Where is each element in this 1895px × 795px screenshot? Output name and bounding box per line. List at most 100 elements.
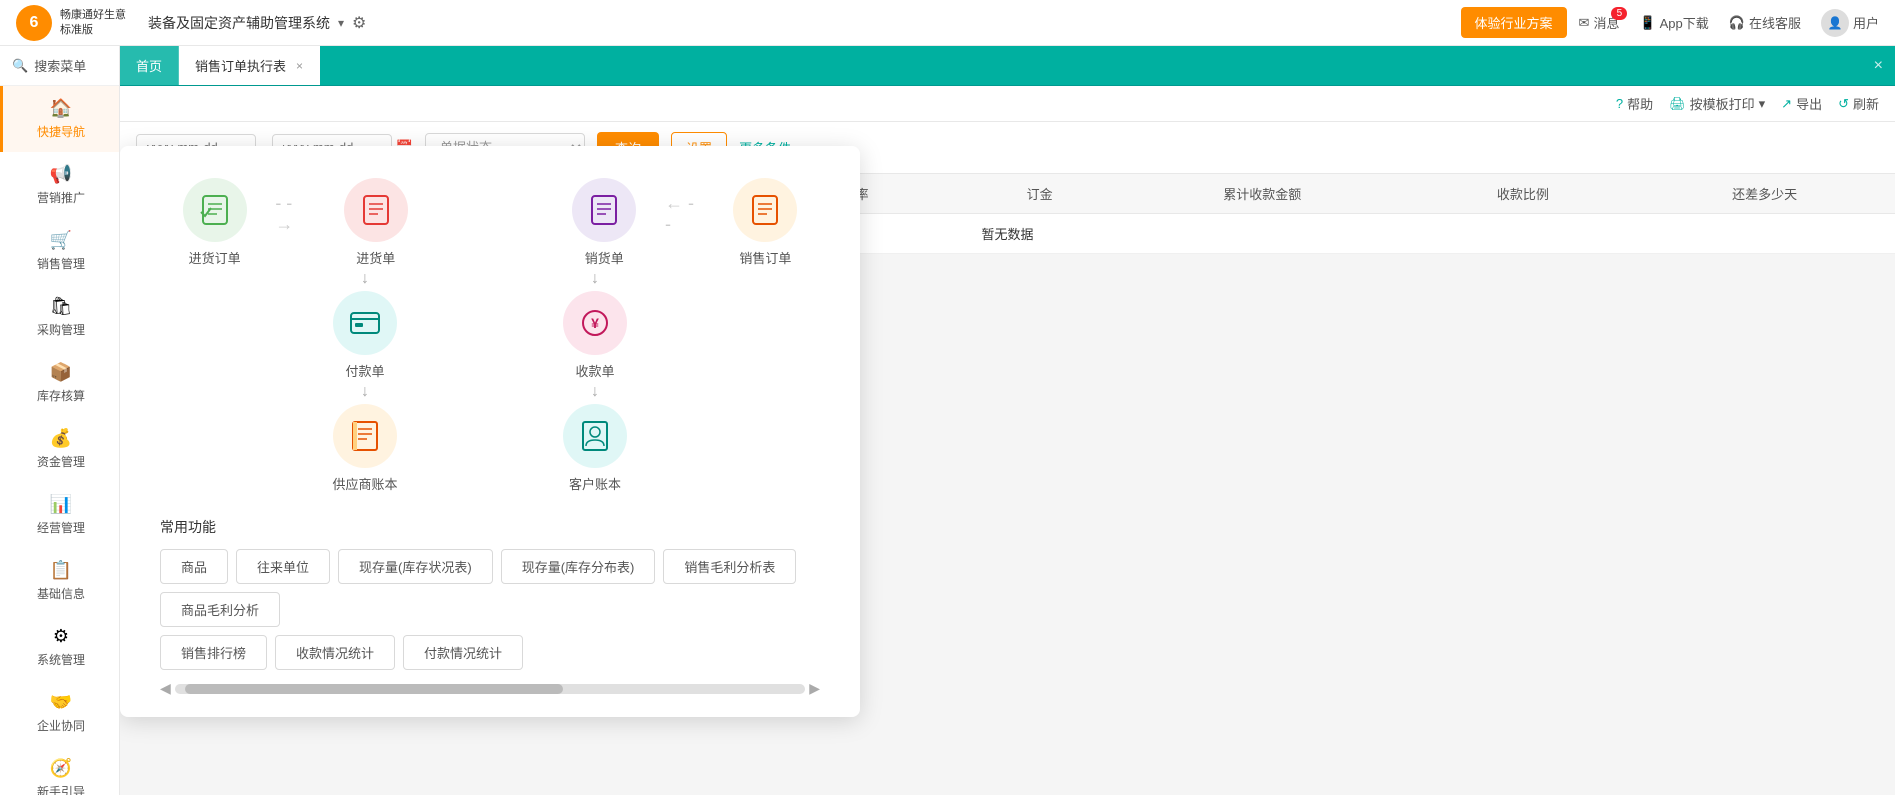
template-print-action[interactable]: 🖨 按模板打印 ▾ [1669, 94, 1765, 113]
func-btn-payment-stats[interactable]: 付款情况统计 [403, 635, 523, 670]
sidebar-item-basics[interactable]: 📋 基础信息 [0, 548, 119, 614]
sales-bill-label: 销货单 [585, 248, 624, 267]
online-service-action[interactable]: 🎧 在线客服 [1729, 13, 1801, 32]
tab-bar: 首页 销售订单执行表 × × [120, 46, 1895, 86]
common-functions-title: 常用功能 [160, 517, 820, 537]
sidebar-item-marketing[interactable]: 📢 营销推广 [0, 152, 119, 218]
inventory-icon: 📦 [50, 362, 72, 383]
flow-node-supplier-ledger[interactable]: 供应商账本 [310, 404, 420, 493]
search-menu[interactable]: 🔍 搜索菜单 [0, 46, 119, 86]
col-received-ratio: 收款比例 [1412, 174, 1635, 214]
arrow-down-sales: ↓ [540, 270, 650, 288]
svg-text:¥: ¥ [591, 315, 599, 331]
avatar: 👤 [1821, 9, 1849, 37]
flow-node-sales-order[interactable]: 销售订单 [711, 178, 820, 267]
settings-gear-btn[interactable]: ⚙ [352, 13, 366, 33]
col-total-received: 累计收款金额 [1113, 174, 1412, 214]
payment-circle [333, 291, 397, 355]
sales-order-circle [733, 178, 797, 242]
flow-row-3: 供应商账本 客户账本 [160, 404, 650, 493]
flow-node-receipt[interactable]: ¥ 收款单 [540, 291, 650, 380]
scroll-right-btn[interactable]: ▶ [809, 680, 820, 697]
sales-order-label: 销售订单 [739, 248, 791, 267]
app-download-action[interactable]: 📱 App下载 [1639, 13, 1708, 32]
sidebar-item-sales[interactable]: 🛒 销售管理 [0, 218, 119, 284]
logo-icon: 6 [16, 5, 52, 41]
func-btn-receipt-stats[interactable]: 收款情况统计 [275, 635, 395, 670]
supplier-ledger-circle [333, 404, 397, 468]
func-btn-partner[interactable]: 往来单位 [236, 549, 330, 584]
col-days-diff: 还差多少天 [1634, 174, 1895, 214]
flow-node-purchase-bill[interactable]: 进货单 [321, 178, 430, 267]
header-right: ✉ 消息 5 📱 App下载 🎧 在线客服 👤 用户 [1579, 9, 1879, 37]
page-content: ? 帮助 🖨 按模板打印 ▾ ↗ 导出 ↺ 刷新 [120, 86, 1895, 795]
page-toolbar: ? 帮助 🖨 按模板打印 ▾ ↗ 导出 ↺ 刷新 [120, 86, 1895, 122]
message-action[interactable]: ✉ 消息 5 [1579, 13, 1620, 32]
sidebar-item-guide[interactable]: 🧭 新手引导 [0, 746, 119, 795]
tab-bar-close-btn[interactable]: × [1870, 53, 1887, 79]
arrow-down-sales-icon: ↓ [591, 270, 599, 288]
tab-sales-order[interactable]: 销售订单执行表 × [179, 46, 320, 85]
content-area: 首页 销售订单执行表 × × ? 帮助 🖨 按 [120, 46, 1895, 795]
customer-ledger-label: 客户账本 [569, 474, 621, 493]
purchase-bill-label: 进货单 [356, 248, 395, 267]
popup-card: 进货订单 - - → 进货单 [120, 146, 860, 717]
func-buttons-row-2: 销售排行榜 收款情况统计 付款情况统计 [160, 635, 820, 670]
supplier-ledger-label: 供应商账本 [332, 474, 397, 493]
purchase-order-circle [183, 178, 247, 242]
arrow-down-purchase-icon: ↓ [361, 270, 369, 288]
system-name: 装备及固定资产辅助管理系统 [148, 13, 330, 33]
sidebar-item-finance[interactable]: 💰 资金管理 [0, 416, 119, 482]
sidebar-item-quick-nav[interactable]: 🏠 快捷导航 [0, 86, 119, 152]
help-action[interactable]: ? 帮助 [1616, 94, 1653, 113]
customer-ledger-circle [563, 404, 627, 468]
scroll-left-btn[interactable]: ◀ [160, 680, 171, 697]
marketing-icon: 📢 [50, 164, 72, 185]
top-header: 6 畅康通好生意 标准版 装备及固定资产辅助管理系统 ▾ ⚙ 体验行业方案 ✉ … [0, 0, 1895, 46]
tab-close-btn[interactable]: × [296, 59, 303, 73]
flow-arrow-row: ↓ ↓ [160, 267, 800, 291]
headset-icon: 🎧 [1729, 15, 1745, 31]
refresh-action[interactable]: ↺ 刷新 [1838, 94, 1879, 113]
quick-nav-icon: 🏠 [50, 98, 72, 119]
func-btn-sales-rank[interactable]: 销售排行榜 [160, 635, 267, 670]
tab-home[interactable]: 首页 [120, 46, 179, 85]
main-layout: 🔍 搜索菜单 🏠 快捷导航 📢 营销推广 🛒 销售管理 🛍 采购管理 📦 [0, 46, 1895, 795]
func-btn-stock-dist[interactable]: 现存量(库存分布表) [501, 549, 656, 584]
flow-row-2: 付款单 ¥ 收款单 [160, 291, 650, 380]
flow-node-customer-ledger[interactable]: 客户账本 [540, 404, 650, 493]
arrow-purchase-order-to-bill: - - → [269, 193, 321, 235]
basics-icon: 📋 [50, 560, 72, 581]
flow-node-payment[interactable]: 付款单 [310, 291, 420, 380]
logo-text: 畅康通好生意 标准版 [60, 8, 126, 37]
sidebar-item-purchase[interactable]: 🛍 采购管理 [0, 284, 119, 350]
message-icon: ✉ [1579, 15, 1590, 31]
func-buttons-row-1: 商品 往来单位 现存量(库存状况表) 现存量(库存分布表) 销售毛利分析表 商品… [160, 549, 820, 627]
sidebar: 🔍 搜索菜单 🏠 快捷导航 📢 营销推广 🛒 销售管理 🛍 采购管理 📦 [0, 46, 120, 795]
system-icon: ⚙ [53, 626, 69, 647]
flow-node-purchase-order[interactable]: 进货订单 [160, 178, 269, 267]
export-action[interactable]: ↗ 导出 [1781, 94, 1822, 113]
user-action[interactable]: 👤 用户 [1821, 9, 1879, 37]
flow-node-sales-bill[interactable]: 销货单 [550, 178, 659, 267]
print-dropdown-icon: ▾ [1759, 96, 1766, 112]
sidebar-item-operations[interactable]: 📊 经营管理 [0, 482, 119, 548]
finance-icon: 💰 [50, 428, 72, 449]
purchase-bill-circle [344, 178, 408, 242]
func-btn-stock-status[interactable]: 现存量(库存状况表) [338, 549, 493, 584]
trial-btn[interactable]: 体验行业方案 [1461, 7, 1567, 38]
func-btn-sales-gross[interactable]: 销售毛利分析表 [663, 549, 796, 584]
func-btn-goods-gross[interactable]: 商品毛利分析 [160, 592, 280, 627]
sidebar-item-inventory[interactable]: 📦 库存核算 [0, 350, 119, 416]
receipt-circle: ¥ [563, 291, 627, 355]
sidebar-item-collab[interactable]: 🤝 企业协同 [0, 680, 119, 746]
sales-bill-circle [572, 178, 636, 242]
scroll-track[interactable] [175, 684, 805, 694]
func-btn-goods[interactable]: 商品 [160, 549, 228, 584]
logo-area: 6 畅康通好生意 标准版 [16, 5, 136, 41]
print-icon: 🖨 [1669, 96, 1686, 112]
arrow-down-payment: ↓ [310, 383, 420, 401]
system-dropdown-btn[interactable]: ▾ [338, 16, 344, 30]
arrow-down-receipt: ↓ [540, 383, 650, 401]
sidebar-item-system[interactable]: ⚙ 系统管理 [0, 614, 119, 680]
